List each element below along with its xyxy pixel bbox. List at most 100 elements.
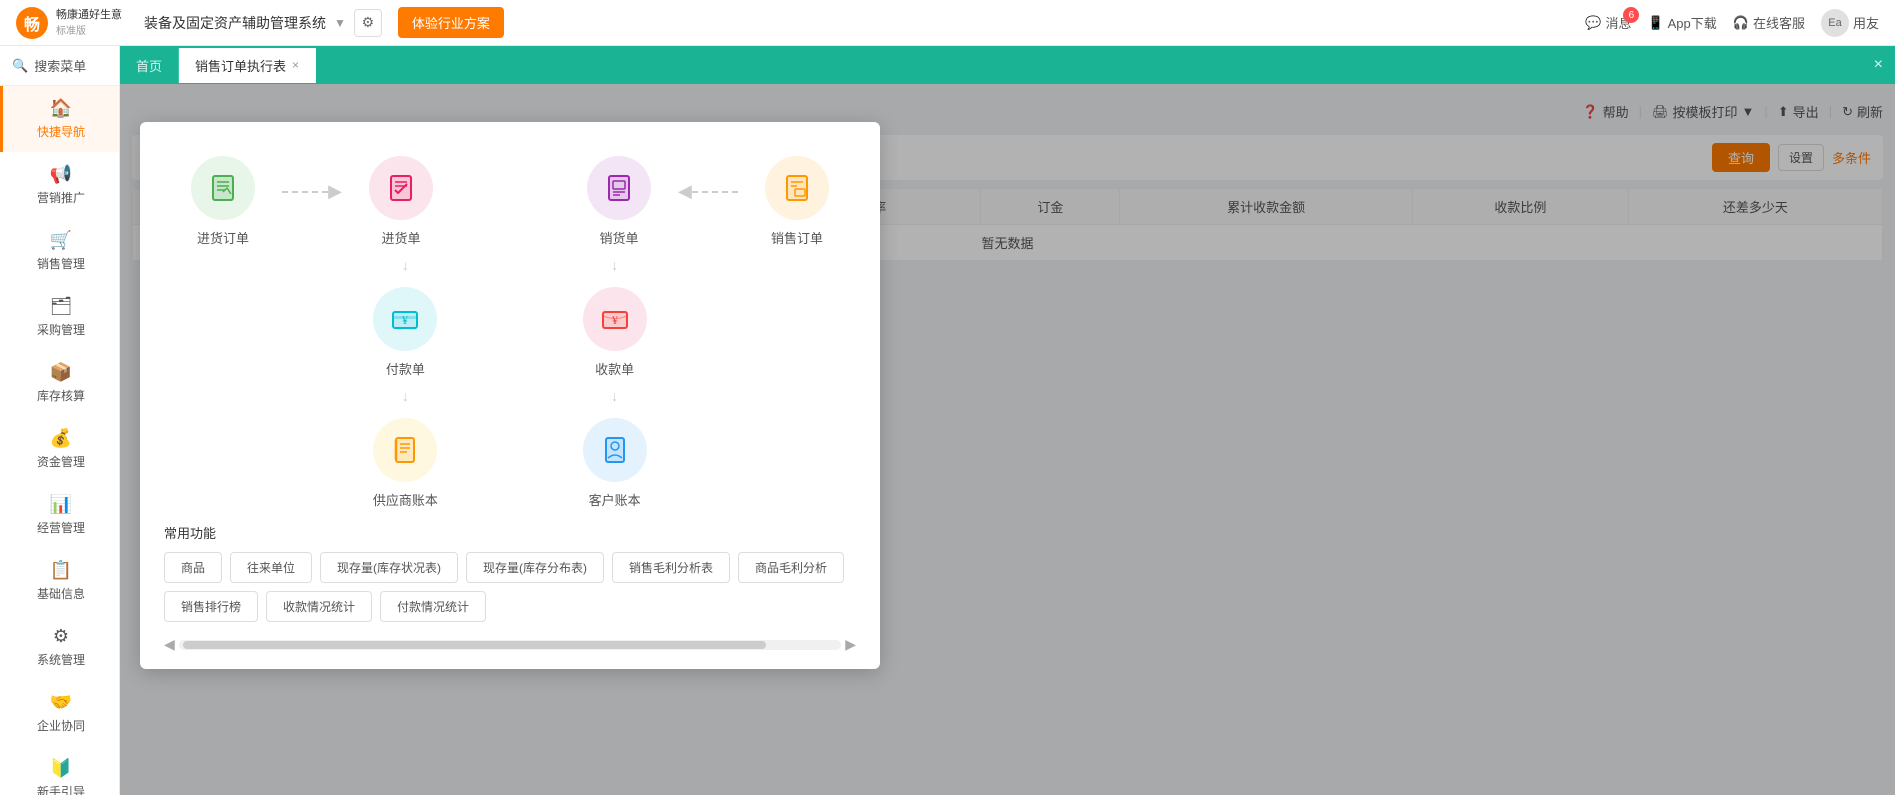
common-functions-title: 常用功能 (164, 523, 856, 542)
wf-node-purchase-order[interactable]: 进货订单 (164, 146, 282, 257)
modal-overlay[interactable]: 进货订单 ▶ (120, 84, 1895, 795)
arrow-down-payment: ↓ (402, 257, 409, 273)
scroll-right-icon[interactable]: ▶ (845, 636, 856, 653)
wf-node-sales-order[interactable]: 销售订单 (738, 146, 856, 257)
cf-btn-goods[interactable]: 商品 (164, 552, 222, 583)
cf-btn-payment-stats[interactable]: 付款情况统计 (380, 591, 486, 622)
sidebar-item-purchase[interactable]: 🗂 采购管理 (0, 284, 119, 350)
purchase-bill-icon (369, 156, 433, 220)
logo-area: 畅 畅康通好生意 标准版 (16, 7, 136, 39)
user-name: 用友 (1853, 13, 1879, 32)
sidebar-item-basic[interactable]: 📋 基础信息 (0, 548, 119, 614)
wf-node-receipt[interactable]: ¥ 收款单 (583, 277, 647, 388)
tab-home[interactable]: 首页 (120, 48, 179, 83)
arrow-sales-order-to-bill: ◀ (678, 181, 738, 202)
cf-btn-stock-status[interactable]: 现存量(库存状况表) (320, 552, 458, 583)
workflow-diagram: 进货订单 ▶ (164, 146, 856, 519)
supplier-ledger-icon (373, 418, 437, 482)
message-item[interactable]: 💬 消息 6 (1585, 13, 1631, 32)
cf-btn-sales-rank[interactable]: 销售排行榜 (164, 591, 258, 622)
sidebar-item-guide[interactable]: 🔰 新手引导 (0, 746, 119, 795)
sales-icon: 🛒 (50, 230, 72, 251)
wf-node-purchase-bill[interactable]: 进货单 (342, 146, 460, 257)
cf-btn-sales-profit[interactable]: 销售毛利分析表 (612, 552, 730, 583)
payment-label: 付款单 (386, 359, 425, 378)
tab-sales-order[interactable]: 销售订单执行表 × (179, 48, 316, 83)
wf-col-receipt: ↓ ¥ 收款单 (550, 257, 679, 388)
system-title-text: 装备及固定资产辅助管理系统 (144, 13, 326, 33)
enterprise-icon: 🤝 (50, 692, 72, 713)
tab-home-label: 首页 (136, 56, 162, 75)
svg-text:¥: ¥ (612, 313, 618, 327)
cf-btn-stock-dist[interactable]: 现存量(库存分布表) (466, 552, 604, 583)
sales-bill-label: 销货单 (599, 228, 638, 247)
sidebar-item-quick-nav[interactable]: 🏠 快捷导航 (0, 86, 119, 152)
online-service-item[interactable]: 🎧 在线客服 (1733, 13, 1805, 32)
tab-close-all[interactable]: × (1862, 56, 1895, 74)
modal-scrollbar[interactable] (179, 640, 841, 650)
supplier-ledger-label: 供应商账本 (373, 490, 438, 509)
tab-close-icon[interactable]: × (292, 58, 299, 72)
wf-node-customer-ledger[interactable]: 客户账本 (583, 408, 647, 519)
settings-button[interactable]: ⚙ (354, 9, 382, 37)
search-menu[interactable]: 🔍 搜索菜单 (0, 46, 119, 86)
cf-buttons-row1: 商品 往来单位 现存量(库存状况表) 现存量(库存分布表) 销售毛利分析表 商品… (164, 552, 856, 583)
main-layout: 🔍 搜索菜单 🏠 快捷导航 📢 营销推广 🛒 销售管理 🗂 采购管理 📦 库存核… (0, 46, 1895, 795)
user-item[interactable]: Ea 用友 (1821, 9, 1879, 37)
sidebar-item-enterprise[interactable]: 🤝 企业协同 (0, 680, 119, 746)
arrow-purchase-order-to-bill: ▶ (282, 181, 342, 202)
sidebar-item-system[interactable]: ⚙ 系统管理 (0, 614, 119, 680)
arrow-down-receipt: ↓ (611, 257, 618, 273)
header-right: 💬 消息 6 📱 App下载 🎧 在线客服 Ea 用友 (1585, 9, 1879, 37)
modal-scroll-thumb (183, 641, 766, 649)
wf-node-supplier-ledger[interactable]: 供应商账本 (373, 408, 438, 519)
app-version: 标准版 (56, 22, 122, 37)
wf-node-sales-bill[interactable]: 销货单 (560, 146, 678, 257)
sidebar-item-inventory[interactable]: 📦 库存核算 (0, 350, 119, 416)
cf-btn-partner[interactable]: 往来单位 (230, 552, 312, 583)
inventory-icon: 📦 (50, 362, 72, 383)
customer-ledger-label: 客户账本 (589, 490, 641, 509)
download-icon: 📱 (1647, 15, 1663, 31)
sidebar-item-business[interactable]: 📊 经营管理 (0, 482, 119, 548)
business-icon: 📊 (50, 494, 72, 515)
sidebar-item-label-purchase: 采购管理 (37, 321, 85, 338)
system-icon: ⚙ (53, 626, 69, 647)
service-icon: 🎧 (1733, 15, 1749, 31)
system-dropdown-arrow[interactable]: ▼ (334, 16, 346, 30)
message-badge: 6 (1623, 7, 1639, 23)
basic-icon: 📋 (50, 560, 72, 581)
quick-nav-icon: 🏠 (50, 98, 72, 119)
marketing-icon: 📢 (50, 164, 72, 185)
finance-icon: 💰 (50, 428, 72, 449)
sidebar-item-label-enterprise: 企业协同 (37, 717, 85, 734)
page-content: ❓ 帮助 | 🖨 按模板打印 ▼ | ⬆ 导出 | ↻ 刷新 (120, 84, 1895, 795)
receipt-label: 收款单 (595, 359, 634, 378)
cf-buttons-row2: 销售排行榜 收款情况统计 付款情况统计 (164, 591, 856, 622)
tab-sales-order-label: 销售订单执行表 (195, 56, 286, 75)
customer-ledger-icon (583, 418, 647, 482)
sales-bill-icon (587, 156, 651, 220)
wf-col-supplier-ledger: ↓ 供应商账本 (341, 388, 470, 519)
content-area: 首页 销售订单执行表 × × ❓ 帮助 | 🖨 按模板打印 ▼ (120, 46, 1895, 795)
guide-icon: 🔰 (50, 758, 72, 779)
payment-icon: ¥ (373, 287, 437, 351)
sidebar-item-sales[interactable]: 🛒 销售管理 (0, 218, 119, 284)
sidebar-item-label-finance: 资金管理 (37, 453, 85, 470)
cf-btn-receipt-stats[interactable]: 收款情况统计 (266, 591, 372, 622)
app-download-item[interactable]: 📱 App下载 (1647, 13, 1716, 32)
top-header: 畅 畅康通好生意 标准版 装备及固定资产辅助管理系统 ▼ ⚙ 体验行业方案 💬 … (0, 0, 1895, 46)
sidebar-item-marketing[interactable]: 📢 营销推广 (0, 152, 119, 218)
purchase-order-icon (191, 156, 255, 220)
wf-node-payment[interactable]: ¥ 付款单 (373, 277, 437, 388)
wf-col-payment: ↓ ¥ 付款单 (341, 257, 470, 388)
purchase-order-label: 进货订单 (197, 228, 249, 247)
sales-order-label: 销售订单 (771, 228, 823, 247)
scroll-left-icon[interactable]: ◀ (164, 636, 175, 653)
sidebar-item-finance[interactable]: 💰 资金管理 (0, 416, 119, 482)
trial-button[interactable]: 体验行业方案 (398, 7, 504, 38)
sidebar-item-label-marketing: 营销推广 (37, 189, 85, 206)
cf-btn-goods-profit[interactable]: 商品毛利分析 (738, 552, 844, 583)
message-icon: 💬 (1585, 15, 1601, 31)
arrow-down-customer: ↓ (611, 388, 618, 404)
